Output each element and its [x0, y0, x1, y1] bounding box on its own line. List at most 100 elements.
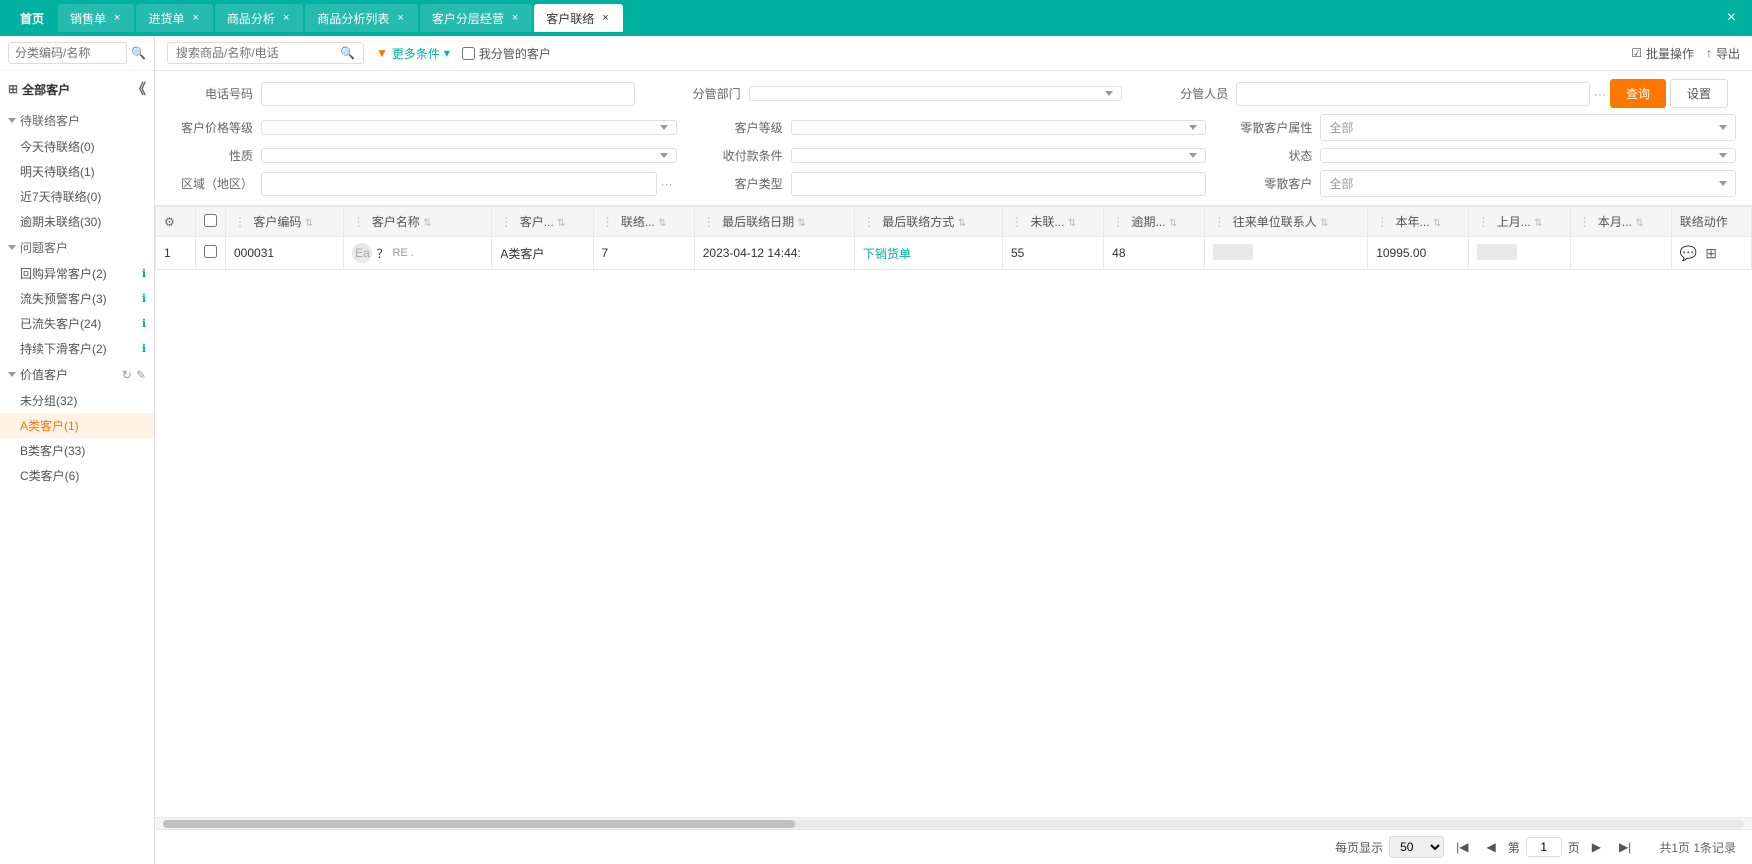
filter-ellipsis-region[interactable]: ···	[657, 177, 677, 191]
th-overdue[interactable]: ⋮ 逾期... ⇅	[1104, 207, 1205, 237]
filter-input-region[interactable]	[261, 172, 657, 196]
tree-item-class-a[interactable]: A类客户(1)	[0, 413, 154, 438]
tree-item-unsorted[interactable]: 未分组(32)	[0, 388, 154, 413]
table-body: 1 000031 Ea	[156, 237, 1752, 270]
filter-select-price-level[interactable]	[261, 120, 677, 135]
table-settings-icon[interactable]: ⚙	[164, 215, 175, 229]
th-customer-type[interactable]: ⋮ 客户... ⇅	[492, 207, 593, 237]
tree-group-pending-contact-header[interactable]: 待联络客户	[0, 107, 154, 134]
refresh-icon[interactable]: ↻	[122, 368, 132, 382]
tree-item-lost[interactable]: 已流失客户(24) ℹ	[0, 311, 154, 336]
tab-home-label: 首页	[20, 10, 44, 27]
tab-goods-analysis-close[interactable]: ×	[281, 12, 291, 24]
filter-label-dept: 分管部门	[659, 85, 749, 102]
tab-purchase-close[interactable]: ×	[190, 12, 200, 24]
tab-customer-segment-close[interactable]: ×	[510, 12, 520, 24]
sidebar-search-input[interactable]	[8, 42, 127, 64]
table-header-row: ⚙ ⋮ 客户编码 ⇅ ⋮ 客户名称 ⇅	[156, 207, 1752, 237]
filter-row-1: 电话号码 分管部门 分管人员 ··· 查询 设置	[171, 79, 1736, 108]
batch-ops-button[interactable]: ☑ 批量操作	[1631, 45, 1694, 62]
tree-item-near7days[interactable]: 近7天待联络(0)	[0, 184, 154, 209]
th-customer-code[interactable]: ⋮ 客户编码 ⇅	[226, 207, 344, 237]
scrollbar-track[interactable]	[163, 820, 1744, 828]
last-contact-method-link[interactable]: 下销货单	[863, 247, 911, 261]
row-checkbox[interactable]	[204, 245, 217, 258]
tab-customer-contact-close[interactable]: ×	[600, 12, 610, 24]
th-customer-name[interactable]: ⋮ 客户名称 ⇅	[344, 207, 492, 237]
filter-select-retail-customer[interactable]: 全部	[1320, 170, 1736, 197]
tree-group-problem-customer-header[interactable]: 问题客户	[0, 234, 154, 261]
select-all-checkbox[interactable]	[204, 214, 217, 227]
filter-input-manager[interactable]	[1236, 82, 1590, 106]
first-page-button[interactable]: |◀	[1450, 838, 1474, 856]
tab-purchase[interactable]: 进货单 ×	[136, 4, 212, 32]
tab-home[interactable]: 首页	[8, 4, 56, 32]
sort-icon-overdue: ⇅	[1169, 218, 1177, 229]
filter-ellipsis-manager[interactable]: ···	[1590, 87, 1610, 101]
th-not-contacted-label: 未联...	[1030, 215, 1064, 229]
filter-select-retail-attr-arrow	[1719, 125, 1727, 130]
tree-item-today[interactable]: 今天待联络(0)	[0, 134, 154, 159]
filter-input-customer-type[interactable]	[791, 172, 1207, 196]
th-last-month[interactable]: ⋮ 上月... ⇅	[1469, 207, 1570, 237]
my-customers-checkbox-input[interactable]	[462, 47, 475, 60]
th-this-year[interactable]: ⋮ 本年... ⇅	[1368, 207, 1469, 237]
tab-goods-analysis-list[interactable]: 商品分析列表 ×	[305, 4, 417, 32]
tab-customer-segment[interactable]: 客户分层经营 ×	[420, 4, 532, 32]
td-last-month	[1469, 237, 1570, 270]
page-size-select[interactable]: 50 100 200	[1389, 836, 1444, 858]
th-contact-count[interactable]: ⋮ 联络... ⇅	[593, 207, 694, 237]
filter-select-status[interactable]	[1320, 148, 1736, 163]
filter-more-conditions[interactable]: ▼ 更多条件 ▾	[376, 45, 450, 62]
tree-item-overdue[interactable]: 逾期未联络(30)	[0, 209, 154, 234]
th-not-contacted[interactable]: ⋮ 未联... ⇅	[1002, 207, 1103, 237]
filter-input-phone[interactable]	[261, 82, 635, 106]
sidebar-search-icon[interactable]: 🔍	[131, 46, 146, 60]
filter-select-retail-attr[interactable]: 全部	[1320, 114, 1736, 141]
horizontal-scrollbar[interactable]	[155, 817, 1752, 829]
filter-select-nature[interactable]	[261, 148, 677, 163]
page-input[interactable]	[1526, 837, 1562, 857]
th-unit-contact[interactable]: ⋮ 往来单位联系人 ⇅	[1205, 207, 1368, 237]
th-last-contact-date[interactable]: ⋮ 最后联络日期 ⇅	[694, 207, 854, 237]
tab-sales[interactable]: 销售单 ×	[58, 4, 134, 32]
next-page-button[interactable]: ▶	[1586, 838, 1607, 856]
qr-action-icon[interactable]: ⊞	[1705, 245, 1717, 262]
tree-item-tomorrow[interactable]: 明天待联络(1)	[0, 159, 154, 184]
tree-item-class-b[interactable]: B类客户(33)	[0, 438, 154, 463]
tree-item-continuous-down[interactable]: 持续下滑客户(2) ℹ	[0, 336, 154, 361]
sort-icon-contact-count: ⇅	[658, 218, 666, 229]
tree-group-problem-customer-label: 问题客户	[20, 239, 68, 256]
th-this-month[interactable]: ⋮ 本月... ⇅	[1570, 207, 1671, 237]
filter-search-input[interactable]	[176, 46, 336, 60]
sidebar-collapse-icon[interactable]: 《	[132, 79, 146, 99]
last-page-button[interactable]: ▶|	[1613, 838, 1637, 856]
tree-group-value-customer-header[interactable]: 价值客户 ↻ ✎	[0, 361, 154, 388]
export-icon: ↑	[1706, 46, 1712, 60]
tree-item-lost-pre[interactable]: 流失预警客户(3) ℹ	[0, 286, 154, 311]
td-this-year: 10995.00	[1368, 237, 1469, 270]
scrollbar-thumb[interactable]	[163, 820, 795, 828]
page-suffix: 页	[1568, 839, 1580, 856]
filter-select-customer-level[interactable]	[791, 120, 1207, 135]
window-close-icon[interactable]: ×	[1719, 9, 1744, 27]
query-button[interactable]: 查询	[1610, 79, 1666, 108]
export-button[interactable]: ↑ 导出	[1706, 45, 1740, 62]
chat-action-icon[interactable]: 💬	[1680, 245, 1697, 262]
tab-sales-close[interactable]: ×	[112, 12, 122, 24]
setting-button[interactable]: 设置	[1670, 79, 1728, 108]
tab-goods-analysis[interactable]: 商品分析 ×	[215, 4, 303, 32]
prev-page-button[interactable]: ◀	[1480, 838, 1501, 856]
filter-select-dept[interactable]	[749, 86, 1123, 101]
tree-item-class-c[interactable]: C类客户(6)	[0, 463, 154, 488]
filter-field-dept: 分管部门	[659, 85, 1123, 102]
td-overdue: 48	[1104, 237, 1205, 270]
tree-item-repurchase-abnormal[interactable]: 回购异常客户(2) ℹ	[0, 261, 154, 286]
filter-search-icon[interactable]: 🔍	[340, 46, 355, 60]
th-last-contact-method[interactable]: ⋮ 最后联络方式 ⇅	[854, 207, 1002, 237]
tab-goods-analysis-list-close[interactable]: ×	[395, 12, 405, 24]
my-customers-checkbox[interactable]: 我分管的客户	[462, 45, 551, 62]
edit-icon[interactable]: ✎	[136, 368, 146, 382]
tab-customer-contact[interactable]: 客户联络 ×	[534, 4, 622, 32]
filter-select-payment[interactable]	[791, 148, 1207, 163]
